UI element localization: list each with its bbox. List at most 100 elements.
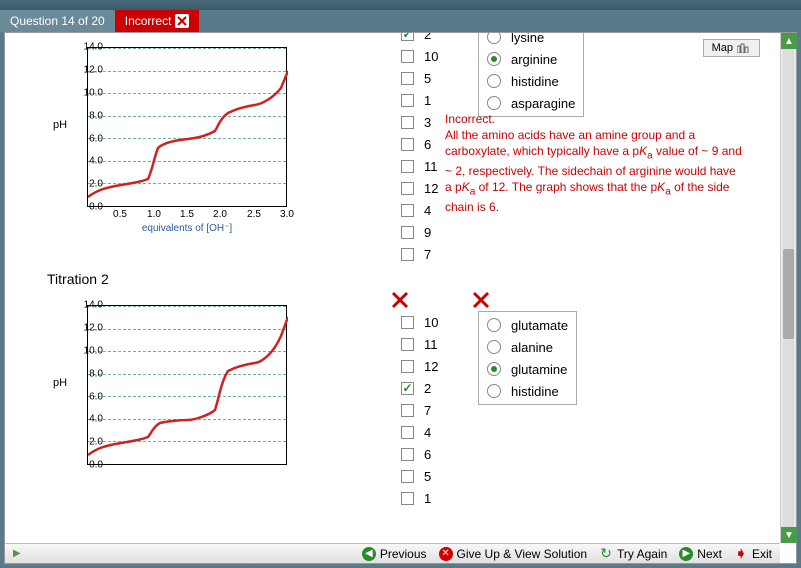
radio-label: alanine xyxy=(511,340,553,355)
radio-row[interactable]: lysine xyxy=(485,33,577,48)
checkbox-label: 11 xyxy=(424,159,444,174)
question-number-tab: Question 14 of 20 xyxy=(0,10,115,32)
radio[interactable] xyxy=(487,33,501,44)
checkbox-row[interactable]: 7 xyxy=(397,399,448,421)
radio[interactable] xyxy=(487,384,501,398)
checkbox-row[interactable]: 6 xyxy=(397,133,448,155)
titration-chart-2: 14.0 12.0 10.0 8.0 6.0 4.0 2.0 0.0 pH xyxy=(47,291,307,501)
checkbox[interactable] xyxy=(401,33,414,41)
radio[interactable] xyxy=(487,52,501,66)
checkbox[interactable] xyxy=(401,248,414,261)
y-axis-label: pH xyxy=(53,377,67,389)
checkbox[interactable] xyxy=(401,50,414,63)
checkbox[interactable] xyxy=(401,382,414,395)
checkbox-row[interactable]: 2 xyxy=(397,33,448,45)
exit-button[interactable]: ➧Exit xyxy=(734,547,772,561)
checkbox-label: 5 xyxy=(424,469,444,484)
question-bar: Question 14 of 20 Incorrect xyxy=(0,10,801,32)
tryagain-button[interactable]: ↻Try Again xyxy=(599,547,667,561)
checkbox-label: 12 xyxy=(424,181,444,196)
checkbox-row[interactable]: 12 xyxy=(397,355,448,377)
checkbox-label: 2 xyxy=(424,381,444,396)
checkbox-row[interactable]: 5 xyxy=(397,67,448,89)
next-button[interactable]: ▶Next xyxy=(679,547,722,561)
checkbox[interactable] xyxy=(401,116,414,129)
checkbox[interactable] xyxy=(401,470,414,483)
checkbox-row[interactable]: 7 xyxy=(397,243,448,265)
checkbox-row[interactable]: 1 xyxy=(397,487,448,509)
y-axis-label: pH xyxy=(53,119,67,131)
checkbox-label: 10 xyxy=(424,49,444,64)
checkbox-row[interactable]: 6 xyxy=(397,443,448,465)
radio-row[interactable]: histidine xyxy=(485,380,570,402)
radio-label: arginine xyxy=(511,52,557,67)
checkbox-row[interactable]: 10 xyxy=(397,45,448,67)
checkbox[interactable] xyxy=(401,226,414,239)
checkbox-label: 2 xyxy=(424,33,444,42)
checkbox-label: 7 xyxy=(424,247,444,262)
checkbox[interactable] xyxy=(401,316,414,329)
checkbox-label: 9 xyxy=(424,225,444,240)
radio[interactable] xyxy=(487,340,501,354)
checkbox-row[interactable]: 9 xyxy=(397,221,448,243)
checkbox-label: 3 xyxy=(424,115,444,130)
checkbox-row[interactable]: 4 xyxy=(397,421,448,443)
checkbox-label: 5 xyxy=(424,71,444,86)
radio[interactable] xyxy=(487,318,501,332)
radio-row[interactable]: glutamate xyxy=(485,314,570,336)
checkbox-row[interactable]: 12 xyxy=(397,177,448,199)
wrong-x-icon xyxy=(391,291,409,312)
checkbox[interactable] xyxy=(401,404,414,417)
checkbox-row[interactable]: 10 xyxy=(397,311,448,333)
radio-label: glutamate xyxy=(511,318,568,333)
checkbox-row[interactable]: 11 xyxy=(397,155,448,177)
checkbox[interactable] xyxy=(401,138,414,151)
radio-label: histidine xyxy=(511,74,559,89)
checkbox-row[interactable]: 3 xyxy=(397,111,448,133)
checkbox-label: 10 xyxy=(424,315,444,330)
checkbox-row[interactable]: 5 xyxy=(397,465,448,487)
radio[interactable] xyxy=(487,74,501,88)
titration-chart-1: 14.0 12.0 10.0 8.0 6.0 4.0 2.0 0.0 0.5 1… xyxy=(47,39,307,239)
titration-2-title: Titration 2 xyxy=(47,271,768,287)
radio-label: histidine xyxy=(511,384,559,399)
radio[interactable] xyxy=(487,362,501,376)
checkbox[interactable] xyxy=(401,160,414,173)
checkbox[interactable] xyxy=(401,182,414,195)
radio-label: lysine xyxy=(511,33,544,45)
checkbox-row[interactable]: 4 xyxy=(397,199,448,221)
previous-button[interactable]: ◀Previous xyxy=(362,547,427,561)
checkbox[interactable] xyxy=(401,426,414,439)
expand-icon[interactable]: ▶ xyxy=(13,548,21,559)
x-axis-label: equivalents of [OH⁻] xyxy=(87,223,287,234)
radio-row[interactable]: alanine xyxy=(485,336,570,358)
checkbox[interactable] xyxy=(401,94,414,107)
checkbox[interactable] xyxy=(401,72,414,85)
radio-row[interactable]: histidine xyxy=(485,70,577,92)
radio[interactable] xyxy=(487,96,501,110)
checkbox-row[interactable]: 11 xyxy=(397,333,448,355)
checkbox[interactable] xyxy=(401,204,414,217)
checkbox[interactable] xyxy=(401,360,414,373)
checkbox[interactable] xyxy=(401,492,414,505)
giveup-button[interactable]: ✕Give Up & View Solution xyxy=(439,547,588,561)
checkbox-label: 1 xyxy=(424,93,444,108)
wrong-x-icon xyxy=(472,291,490,312)
radio-row[interactable]: glutamine xyxy=(485,358,570,380)
checkbox[interactable] xyxy=(401,338,414,351)
checkbox-row[interactable]: 1 xyxy=(397,89,448,111)
checkbox[interactable] xyxy=(401,448,414,461)
checkbox-label: 12 xyxy=(424,359,444,374)
radio-label: asparagine xyxy=(511,96,575,111)
checkbox-label: 7 xyxy=(424,403,444,418)
checkbox-label: 1 xyxy=(424,491,444,506)
radio-row[interactable]: arginine xyxy=(485,48,577,70)
checkbox-row[interactable]: 2 xyxy=(397,377,448,399)
feedback-text: Incorrect. All the amino acids have an a… xyxy=(445,111,745,216)
status-tab: Incorrect xyxy=(115,10,200,32)
vertical-scrollbar[interactable]: ▲ ▼ xyxy=(780,33,796,543)
radio-label: glutamine xyxy=(511,362,567,377)
footer-bar: ▶ ◀Previous ✕Give Up & View Solution ↻Tr… xyxy=(5,543,780,563)
x-icon xyxy=(175,14,189,28)
checkbox-label: 4 xyxy=(424,425,444,440)
